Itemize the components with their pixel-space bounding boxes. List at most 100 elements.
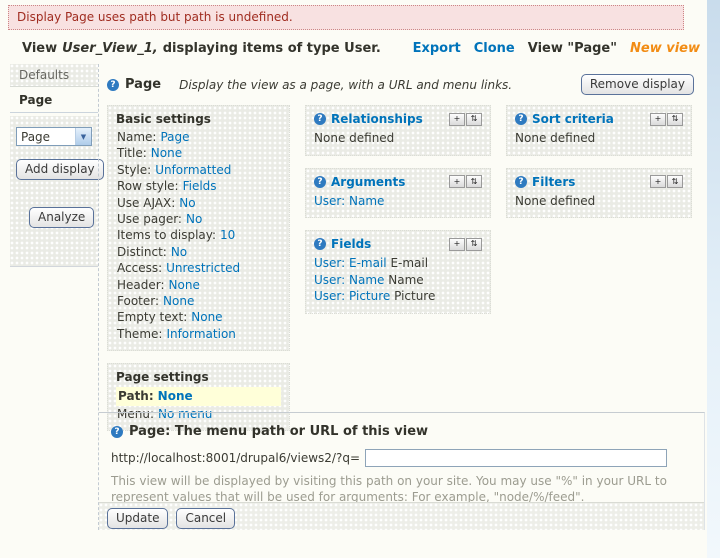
- path-form-title: Page: The menu path or URL of this view: [129, 424, 429, 439]
- setting-label: Title:: [117, 146, 147, 161]
- field-row: User: Picture Picture: [314, 288, 482, 305]
- help-icon[interactable]: ?: [111, 425, 123, 438]
- cancel-button[interactable]: Cancel: [176, 507, 236, 529]
- add-icon-button[interactable]: +: [449, 237, 466, 251]
- rearrange-icon-button[interactable]: ⇅: [466, 175, 483, 188]
- rearrange-icon-button[interactable]: ⇅: [466, 112, 483, 126]
- clone-link[interactable]: Clone: [474, 41, 515, 56]
- help-icon[interactable]: ?: [314, 175, 327, 188]
- display-controls-panel: Page ▼ Add display Analyze: [10, 116, 104, 267]
- update-button[interactable]: Update: [107, 507, 169, 529]
- argument-row: User: Name: [314, 193, 482, 210]
- setting-row: Use AJAX: No: [116, 195, 281, 211]
- form-buttons-bar: Update Cancel: [99, 502, 704, 530]
- field-link[interactable]: User: E-mail: [314, 256, 387, 270]
- sort-criteria-title-link[interactable]: Sort criteria: [532, 112, 614, 126]
- setting-value-link[interactable]: None: [191, 310, 222, 324]
- rearrange-icon-button[interactable]: ⇅: [667, 175, 684, 188]
- tab-page[interactable]: Page: [10, 88, 98, 113]
- path-form-title-row: ? Page: The menu path or URL of this vie…: [111, 424, 692, 439]
- field-suffix: E-mail: [386, 256, 429, 270]
- field-link[interactable]: User: Name: [314, 273, 384, 287]
- setting-label: Theme:: [117, 326, 163, 341]
- relationships-box: ? Relationships + ⇅ None defined: [305, 105, 492, 156]
- add-display-button[interactable]: Add display: [16, 159, 104, 180]
- fields-header: ? Fields + ⇅: [314, 237, 483, 251]
- field-row: User: E-mail E-mail: [314, 255, 482, 272]
- path-url-row: http://localhost:8001/drupal6/views2/?q=: [111, 449, 692, 467]
- relationships-title-link[interactable]: Relationships: [331, 112, 423, 126]
- setting-row: Style: Unformatted: [116, 162, 281, 178]
- column-middle: ? Relationships + ⇅ None defined ? Argum…: [305, 105, 492, 326]
- view-page-link[interactable]: View "Page": [528, 41, 617, 56]
- page-settings-title: Page settings: [116, 370, 209, 385]
- path-form: ? Page: The menu path or URL of this vie…: [99, 412, 705, 530]
- setting-value-link[interactable]: No: [171, 245, 187, 259]
- box-actions: + ⇅: [650, 175, 684, 188]
- display-type-select[interactable]: Page ▼: [16, 127, 92, 146]
- relationships-header: ? Relationships + ⇅: [314, 112, 483, 126]
- basic-settings-title: Basic settings: [116, 112, 211, 126]
- setting-value-link[interactable]: None: [163, 294, 194, 308]
- add-icon-button[interactable]: +: [650, 112, 667, 126]
- setting-row: Path: None: [116, 387, 282, 406]
- sort-criteria-header: ? Sort criteria + ⇅: [515, 112, 684, 126]
- help-icon[interactable]: ?: [314, 238, 327, 250]
- setting-value-link[interactable]: None: [169, 278, 200, 292]
- fields-title-link[interactable]: Fields: [331, 237, 371, 251]
- tab-defaults[interactable]: Defaults: [10, 64, 98, 87]
- setting-row: Header: None: [116, 277, 281, 293]
- setting-value-link[interactable]: Unformatted: [155, 163, 231, 177]
- basic-settings-box: Basic settings Name: Page Title: None Styl…: [107, 105, 291, 352]
- setting-value-link[interactable]: No: [186, 212, 202, 226]
- analyze-button[interactable]: Analyze: [29, 207, 95, 228]
- view-actions: Export Clone View "Page" New view: [413, 41, 700, 56]
- setting-value-link[interactable]: 10: [220, 228, 235, 242]
- field-link[interactable]: User: Picture: [314, 289, 390, 303]
- box-actions: + ⇅: [449, 237, 483, 251]
- add-icon-button[interactable]: +: [449, 112, 466, 126]
- help-icon[interactable]: ?: [515, 175, 528, 188]
- setting-value-link[interactable]: Fields: [183, 179, 217, 193]
- rearrange-icon-button[interactable]: ⇅: [667, 112, 684, 126]
- argument-link[interactable]: User: Name: [314, 194, 384, 208]
- add-icon-button[interactable]: +: [449, 175, 466, 188]
- setting-value-link[interactable]: None: [158, 389, 193, 403]
- field-row: User: Name Name: [314, 272, 482, 289]
- filters-title-link[interactable]: Filters: [532, 175, 575, 189]
- help-icon[interactable]: ?: [107, 78, 119, 91]
- setting-label: Path:: [118, 389, 154, 404]
- setting-value-link[interactable]: No: [179, 196, 195, 210]
- display-title: Page: [125, 77, 162, 92]
- path-input[interactable]: [365, 449, 667, 467]
- help-icon[interactable]: ?: [314, 113, 327, 125]
- view-description: displaying items of type User.: [162, 41, 381, 56]
- setting-value-link[interactable]: None: [151, 146, 182, 160]
- rearrange-icon-button[interactable]: ⇅: [466, 237, 483, 251]
- setting-row: Title: None: [116, 145, 281, 161]
- export-link[interactable]: Export: [413, 41, 461, 56]
- setting-label: Header:: [117, 277, 165, 292]
- setting-value-link[interactable]: Unrestricted: [166, 261, 240, 275]
- box-actions: + ⇅: [449, 175, 483, 188]
- setting-value-link[interactable]: Information: [166, 327, 235, 341]
- setting-label: Empty text:: [117, 310, 188, 325]
- setting-value-link[interactable]: Page: [160, 130, 189, 144]
- filters-box: ? Filters + ⇅ None defined: [506, 167, 693, 218]
- basic-settings-list: Name: Page Title: None Style: Unformatted R…: [116, 129, 281, 342]
- add-icon-button[interactable]: +: [650, 175, 667, 188]
- filters-header: ? Filters + ⇅: [515, 175, 684, 189]
- remove-display-button[interactable]: Remove display: [580, 74, 694, 95]
- arguments-header: ? Arguments + ⇅: [314, 175, 483, 189]
- column-right: ? Sort criteria + ⇅ None defined ? Filte…: [506, 105, 693, 230]
- help-icon[interactable]: ?: [515, 113, 528, 125]
- setting-label: Name:: [117, 130, 157, 144]
- display-type-select-value: Page: [21, 129, 51, 144]
- arguments-title-link[interactable]: Arguments: [331, 175, 405, 189]
- new-view-link[interactable]: New view: [630, 41, 700, 56]
- display-settings-main: ? Page Display the view as a page, with …: [98, 64, 705, 530]
- setting-row: Theme: Information: [116, 326, 281, 342]
- error-message: Display Page uses path but path is undef…: [8, 5, 684, 30]
- fields-box: ? Fields + ⇅ User: E-mail E-mail User: N…: [305, 230, 492, 314]
- setting-row: Use pager: No: [116, 211, 281, 227]
